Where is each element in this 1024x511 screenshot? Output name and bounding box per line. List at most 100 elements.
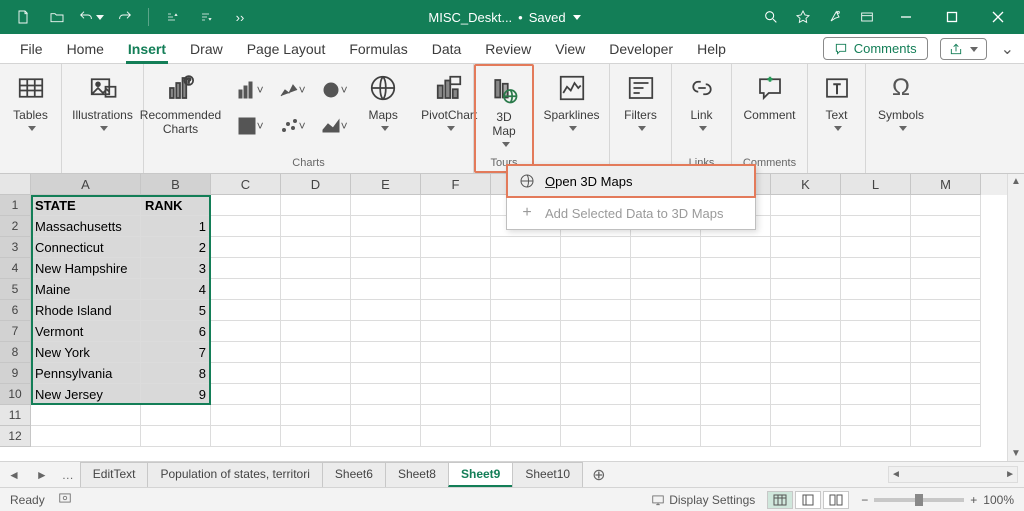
symbols-button[interactable]: Ω Symbols [872, 68, 930, 135]
illustrations-button[interactable]: Illustrations [66, 68, 139, 135]
sheet-tab[interactable]: Sheet9 [448, 462, 513, 487]
row-header[interactable]: 5 [0, 279, 31, 300]
cell[interactable] [211, 279, 281, 300]
tab-overflow[interactable]: … [56, 468, 80, 482]
search-icon[interactable] [754, 9, 788, 25]
sheet-tab[interactable]: EditText [80, 462, 149, 487]
row-header[interactable]: 1 [0, 195, 31, 216]
cell[interactable] [491, 342, 561, 363]
page-break-view-button[interactable] [823, 491, 849, 509]
cell[interactable] [771, 237, 841, 258]
cell[interactable] [351, 321, 421, 342]
cell[interactable] [771, 342, 841, 363]
cell[interactable]: Maine [31, 279, 141, 300]
premium-icon[interactable] [788, 2, 818, 32]
cell[interactable] [491, 426, 561, 447]
cell[interactable] [211, 258, 281, 279]
menu-page-layout[interactable]: Page Layout [237, 35, 336, 63]
cell[interactable] [421, 426, 491, 447]
cell[interactable] [281, 321, 351, 342]
cell[interactable] [911, 405, 981, 426]
cell[interactable] [421, 363, 491, 384]
sheet-tab[interactable]: Population of states, territori [147, 462, 322, 487]
sort-asc-icon[interactable] [157, 2, 187, 32]
qat-overflow-icon[interactable]: ›› [225, 2, 255, 32]
zoom-slider[interactable] [874, 498, 964, 502]
pivotchart-button[interactable]: PivotChart [415, 68, 483, 135]
coming-soon-icon[interactable] [820, 2, 850, 32]
row-header[interactable]: 12 [0, 426, 31, 447]
cell[interactable] [211, 405, 281, 426]
cell[interactable] [701, 342, 771, 363]
cell[interactable] [211, 237, 281, 258]
cell[interactable] [911, 279, 981, 300]
cell[interactable]: 2 [141, 237, 211, 258]
cell[interactable] [281, 300, 351, 321]
cell[interactable] [281, 258, 351, 279]
cell[interactable] [631, 384, 701, 405]
cell[interactable] [911, 384, 981, 405]
cell[interactable] [351, 384, 421, 405]
cell[interactable] [841, 258, 911, 279]
menu-file[interactable]: File [10, 35, 53, 63]
row-header[interactable]: 9 [0, 363, 31, 384]
scroll-up-icon[interactable]: ▲ [1009, 174, 1023, 189]
tables-button[interactable]: Tables [5, 68, 57, 135]
cell[interactable] [911, 195, 981, 216]
close-button[interactable] [976, 0, 1020, 34]
cell[interactable] [421, 195, 491, 216]
zoom-out-button[interactable]: − [861, 493, 868, 507]
cell[interactable] [561, 300, 631, 321]
cell[interactable] [701, 321, 771, 342]
cell[interactable] [351, 300, 421, 321]
normal-view-button[interactable] [767, 491, 793, 509]
sort-desc-icon[interactable] [191, 2, 221, 32]
cell[interactable] [421, 216, 491, 237]
cell[interactable]: Connecticut [31, 237, 141, 258]
cell[interactable] [351, 237, 421, 258]
new-file-icon[interactable] [8, 2, 38, 32]
cell[interactable] [561, 237, 631, 258]
open-file-icon[interactable] [42, 2, 72, 32]
cell[interactable] [281, 237, 351, 258]
cell[interactable] [911, 321, 981, 342]
cell[interactable] [631, 405, 701, 426]
menu-data[interactable]: Data [422, 35, 472, 63]
cell[interactable] [701, 405, 771, 426]
cell[interactable] [281, 384, 351, 405]
cell[interactable] [421, 384, 491, 405]
cell[interactable] [771, 384, 841, 405]
cell[interactable] [421, 342, 491, 363]
column-header[interactable]: A [31, 174, 141, 195]
cell[interactable] [211, 216, 281, 237]
cell[interactable] [561, 384, 631, 405]
cell[interactable]: Massachusetts [31, 216, 141, 237]
cell[interactable] [771, 216, 841, 237]
cell[interactable] [911, 237, 981, 258]
cell[interactable] [351, 279, 421, 300]
cell[interactable]: 4 [141, 279, 211, 300]
cell[interactable]: 5 [141, 300, 211, 321]
cell[interactable] [701, 300, 771, 321]
cell[interactable] [911, 216, 981, 237]
column-chart-icon[interactable]: ˅ [233, 74, 267, 106]
scatter-chart-icon[interactable]: ˅ [275, 110, 309, 142]
cell[interactable] [841, 195, 911, 216]
cell[interactable] [351, 426, 421, 447]
save-status[interactable]: Saved [529, 10, 581, 25]
cell[interactable] [701, 258, 771, 279]
sparklines-button[interactable]: Sparklines [537, 68, 605, 135]
cell[interactable] [701, 237, 771, 258]
cell[interactable] [351, 405, 421, 426]
column-header[interactable]: C [211, 174, 281, 195]
cell[interactable] [701, 279, 771, 300]
menu-insert[interactable]: Insert [118, 35, 176, 63]
filters-button[interactable]: Filters [615, 68, 667, 135]
cell[interactable] [911, 258, 981, 279]
row-header[interactable]: 3 [0, 237, 31, 258]
cell[interactable] [771, 258, 841, 279]
cell[interactable] [841, 384, 911, 405]
cell[interactable] [421, 237, 491, 258]
cell[interactable] [631, 279, 701, 300]
cell[interactable] [911, 426, 981, 447]
